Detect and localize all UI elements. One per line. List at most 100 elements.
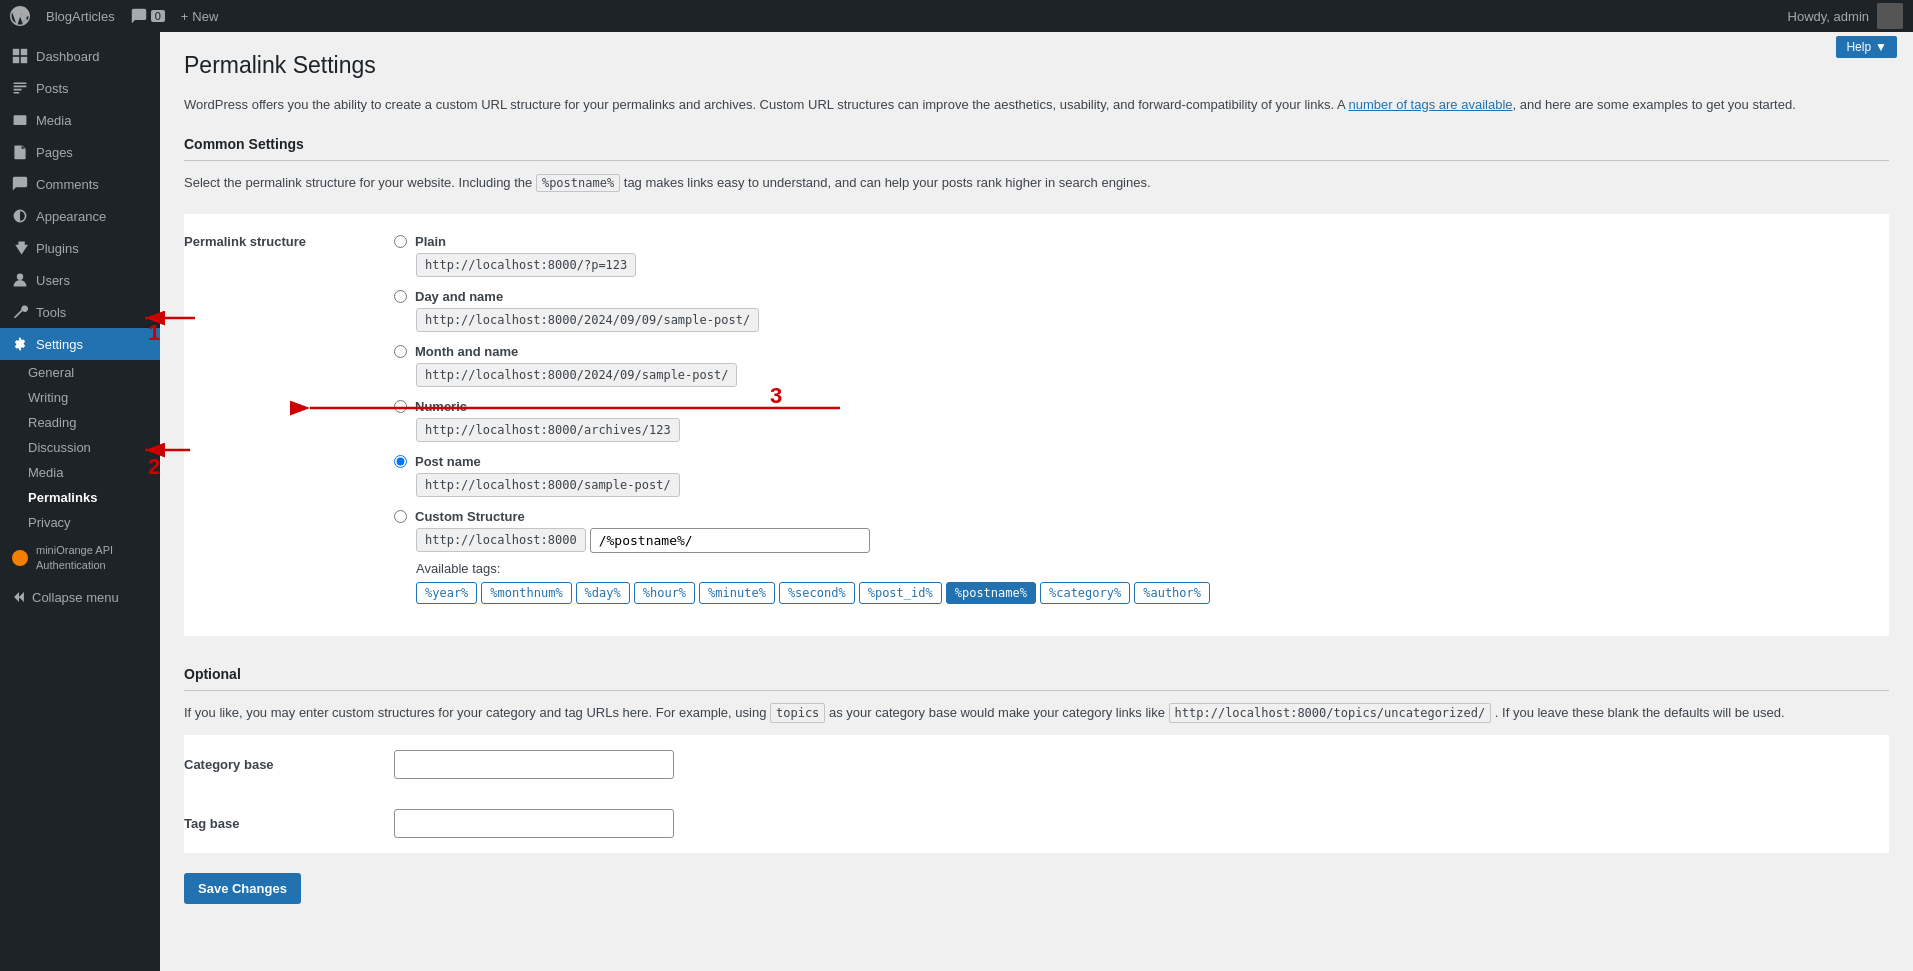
sidebar-plugin-miniorange[interactable]: miniOrange API Authentication xyxy=(0,535,160,582)
day-name-radio[interactable] xyxy=(394,290,407,303)
dashboard-icon xyxy=(12,48,28,64)
sidebar-item-settings[interactable]: Settings xyxy=(0,328,160,360)
sidebar-item-comments[interactable]: Comments xyxy=(0,168,160,200)
tag-category[interactable]: %category% xyxy=(1040,582,1130,604)
category-base-input[interactable] xyxy=(394,750,674,779)
help-area: Help ▼ xyxy=(1836,36,1897,58)
page-title: Permalink Settings xyxy=(184,52,1889,79)
miniorange-icon xyxy=(12,550,28,566)
submenu-media[interactable]: Media xyxy=(0,460,160,485)
submenu-reading[interactable]: Reading xyxy=(0,410,160,435)
custom-prefix: http://localhost:8000 xyxy=(416,528,586,552)
comments-link[interactable]: 0 xyxy=(131,8,165,24)
appearance-icon xyxy=(12,208,28,224)
month-name-option: Month and name http://localhost:8000/202… xyxy=(394,344,1879,387)
custom-option: Custom Structure http://localhost:8000 A… xyxy=(394,509,1879,604)
day-name-option: Day and name http://localhost:8000/2024/… xyxy=(394,289,1879,332)
sidebar-item-tools[interactable]: Tools xyxy=(0,296,160,328)
posts-icon xyxy=(12,80,28,96)
help-button[interactable]: Help ▼ xyxy=(1836,36,1897,58)
wp-logo[interactable] xyxy=(10,6,30,26)
sidebar-item-label: Comments xyxy=(36,177,99,192)
tag-postname[interactable]: %postname% xyxy=(946,582,1036,604)
common-settings-title: Common Settings xyxy=(184,136,1889,161)
submenu-discussion[interactable]: Discussion xyxy=(0,435,160,460)
tag-base-row: Tag base xyxy=(184,794,1889,853)
submenu-writing[interactable]: Writing xyxy=(0,385,160,410)
day-name-url: http://localhost:8000/2024/09/09/sample-… xyxy=(416,308,759,332)
optional-description: If you like, you may enter custom struct… xyxy=(184,703,1889,724)
settings-submenu: General Writing Reading Discussion Media… xyxy=(0,360,160,535)
sidebar-menu: Dashboard Posts Media Pages Comments App xyxy=(0,32,160,360)
sidebar: Dashboard Posts Media Pages Comments App xyxy=(0,32,160,971)
sidebar-item-label: Plugins xyxy=(36,241,79,256)
svg-rect-0 xyxy=(13,49,19,55)
topbar: BlogArticles 0 + New Howdy, admin xyxy=(0,0,1913,32)
tag-monthnum[interactable]: %monthnum% xyxy=(481,582,571,604)
sidebar-item-posts[interactable]: Posts xyxy=(0,72,160,104)
tag-hour[interactable]: %hour% xyxy=(634,582,695,604)
optional-title: Optional xyxy=(184,666,1889,691)
admin-avatar[interactable] xyxy=(1877,3,1903,29)
collapse-icon xyxy=(12,590,26,604)
topbar-right: Howdy, admin xyxy=(1788,3,1903,29)
permalink-options: Plain http://localhost:8000/?p=123 Day a… xyxy=(384,214,1889,636)
collapse-label: Collapse menu xyxy=(32,590,119,605)
sidebar-item-pages[interactable]: Pages xyxy=(0,136,160,168)
svg-rect-1 xyxy=(21,49,27,55)
svg-point-5 xyxy=(16,118,19,121)
plain-radio[interactable] xyxy=(394,235,407,248)
sidebar-item-label: Pages xyxy=(36,145,73,160)
sidebar-item-appearance[interactable]: Appearance xyxy=(0,200,160,232)
plugin-label: miniOrange API Authentication xyxy=(36,543,148,574)
tag-base-input[interactable] xyxy=(394,809,674,838)
comments-sidebar-icon xyxy=(12,176,28,192)
numeric-radio[interactable] xyxy=(394,400,407,413)
tag-year[interactable]: %year% xyxy=(416,582,477,604)
svg-rect-2 xyxy=(13,57,19,63)
collapse-menu-button[interactable]: Collapse menu xyxy=(0,582,160,613)
month-name-radio[interactable] xyxy=(394,345,407,358)
submenu-general[interactable]: General xyxy=(0,360,160,385)
users-icon xyxy=(12,272,28,288)
post-name-radio[interactable] xyxy=(394,455,407,468)
site-name[interactable]: BlogArticles xyxy=(46,9,115,24)
media-icon xyxy=(12,112,28,128)
svg-rect-3 xyxy=(21,57,27,63)
optional-section: Optional If you like, you may enter cust… xyxy=(184,666,1889,905)
intro-description: WordPress offers you the ability to crea… xyxy=(184,95,1889,116)
sidebar-item-plugins[interactable]: Plugins xyxy=(0,232,160,264)
tag-second[interactable]: %second% xyxy=(779,582,855,604)
category-base-label: Category base xyxy=(184,735,384,794)
submenu-privacy[interactable]: Privacy xyxy=(0,510,160,535)
tag-post-id[interactable]: %post_id% xyxy=(859,582,942,604)
common-settings-description: Select the permalink structure for your … xyxy=(184,173,1889,194)
tag-day[interactable]: %day% xyxy=(576,582,630,604)
sidebar-item-label: Dashboard xyxy=(36,49,100,64)
sidebar-item-label: Appearance xyxy=(36,209,106,224)
permalink-form-table: Permalink structure Plain http://localho… xyxy=(184,214,1889,636)
custom-structure-row: http://localhost:8000 xyxy=(416,528,1879,553)
pages-icon xyxy=(12,144,28,160)
custom-radio[interactable] xyxy=(394,510,407,523)
sidebar-item-media[interactable]: Media xyxy=(0,104,160,136)
topics-code: topics xyxy=(770,703,825,723)
postname-tag: %postname% xyxy=(536,174,620,192)
plugins-icon xyxy=(12,240,28,256)
save-changes-button[interactable]: Save Changes xyxy=(184,873,301,904)
tag-minute[interactable]: %minute% xyxy=(699,582,775,604)
howdy-text: Howdy, admin xyxy=(1788,9,1869,24)
available-tags-label: Available tags: xyxy=(416,561,1879,576)
custom-structure-input[interactable] xyxy=(590,528,870,553)
sidebar-item-dashboard[interactable]: Dashboard xyxy=(0,40,160,72)
new-content-button[interactable]: + New xyxy=(181,9,219,24)
numeric-url: http://localhost:8000/archives/123 xyxy=(416,418,680,442)
permalink-structure-row: Permalink structure Plain http://localho… xyxy=(184,214,1889,636)
main-content: Help ▼ Permalink Settings WordPress offe… xyxy=(160,32,1913,971)
submenu-permalinks[interactable]: Permalinks xyxy=(0,485,160,510)
tags-available-link[interactable]: number of tags are available xyxy=(1348,97,1512,112)
sidebar-item-users[interactable]: Users xyxy=(0,264,160,296)
sidebar-item-label: Posts xyxy=(36,81,69,96)
svg-point-6 xyxy=(17,274,23,280)
tag-author[interactable]: %author% xyxy=(1134,582,1210,604)
